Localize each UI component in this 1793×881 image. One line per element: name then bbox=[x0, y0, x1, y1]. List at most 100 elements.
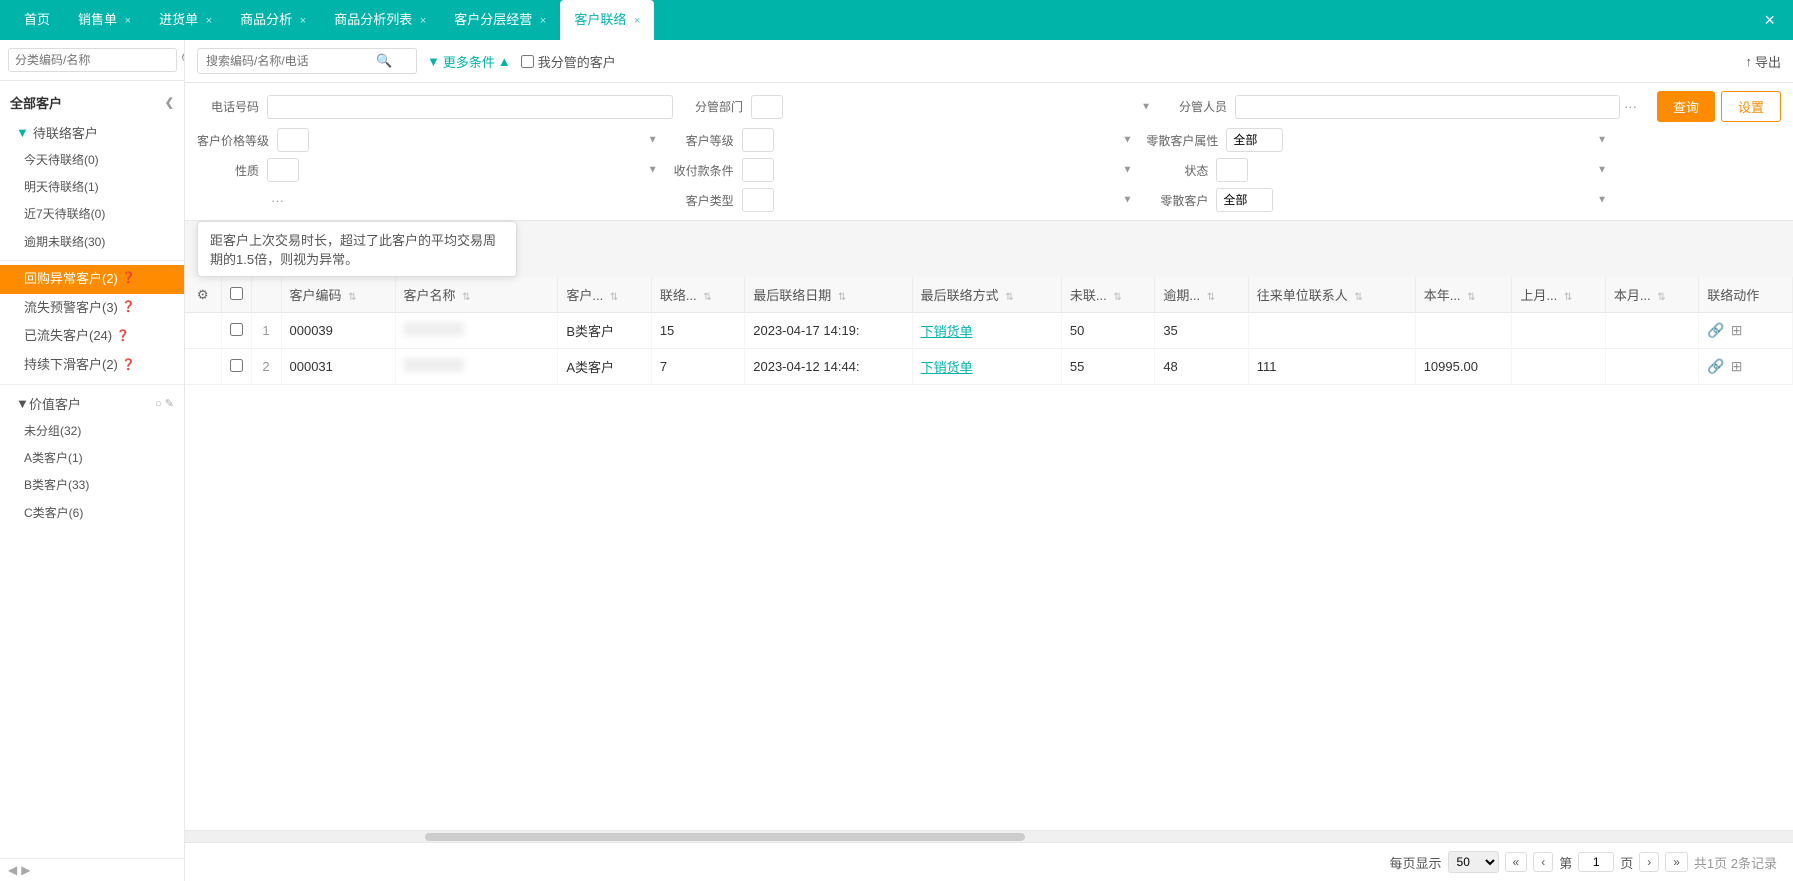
last-method-link-1[interactable]: 下销货单 bbox=[921, 324, 973, 339]
status-chevron-icon: ▼ bbox=[1597, 165, 1607, 176]
manager-input[interactable] bbox=[1235, 95, 1620, 119]
window-close-icon[interactable]: × bbox=[1756, 10, 1783, 31]
sidebar-all-customers[interactable]: 全部客户 ❮ bbox=[0, 87, 184, 118]
td-index-2: 2 bbox=[251, 349, 281, 385]
horizontal-scrollbar[interactable] bbox=[185, 830, 1793, 842]
first-page-button[interactable]: « bbox=[1505, 852, 1528, 872]
retail-attr-select[interactable]: 全部 bbox=[1226, 128, 1283, 152]
dept-select[interactable] bbox=[751, 95, 783, 119]
price-level-select[interactable] bbox=[277, 128, 309, 152]
th-this-month[interactable]: 本月... ⇅ bbox=[1605, 277, 1698, 313]
table-wrap: ⚙ 客户编码 ⇅ 客户名称 ⇅ 客户... ⇅ 联络... ⇅ 最后联络日期 ⇅… bbox=[185, 277, 1793, 830]
td-last-method-2[interactable]: 下销货单 bbox=[912, 349, 1061, 385]
status-select[interactable] bbox=[1216, 158, 1248, 182]
nav-goods-analysis-list[interactable]: 商品分析列表 × bbox=[320, 0, 440, 40]
pagination: 每页显示 50 100 200 « ‹ 第 页 › » 共1页 2条记录 bbox=[185, 842, 1793, 881]
more-filter-label: 更多条件 bbox=[443, 52, 495, 71]
last-page-button[interactable]: » bbox=[1665, 852, 1688, 872]
close-customer-tier-icon[interactable]: × bbox=[540, 15, 546, 27]
search-icon[interactable]: 🔍 bbox=[376, 53, 392, 69]
search-input[interactable] bbox=[206, 54, 376, 68]
sidebar-item-today[interactable]: 今天待联络(0) bbox=[0, 147, 184, 174]
scrollbar-thumb[interactable] bbox=[425, 833, 1025, 841]
next-page-button[interactable]: › bbox=[1639, 852, 1659, 872]
sidebar-item-churn-warning[interactable]: 流失预警客户(3) ❓ bbox=[0, 294, 184, 323]
sidebar-pending-group[interactable]: ▼ 待联络客户 bbox=[0, 118, 184, 147]
close-goods-list-icon[interactable]: × bbox=[420, 15, 426, 27]
table-settings-icon[interactable]: ⚙ bbox=[197, 287, 209, 302]
sidebar-item-repeat-buy[interactable]: 回购异常客户(2) ❓ bbox=[0, 265, 184, 294]
sidebar-item-class-b[interactable]: B类客户(33) bbox=[0, 472, 184, 499]
query-button[interactable]: 查询 bbox=[1657, 91, 1715, 122]
td-last-method-1[interactable]: 下销货单 bbox=[912, 313, 1061, 349]
row1-checkbox[interactable] bbox=[230, 323, 243, 336]
sidebar-item-class-c[interactable]: C类客户(6) bbox=[0, 500, 184, 527]
customer-level-select[interactable] bbox=[742, 128, 774, 152]
sidebar-item-unclassified[interactable]: 未分组(32) bbox=[0, 418, 184, 445]
th-this-year[interactable]: 本年... ⇅ bbox=[1415, 277, 1512, 313]
close-customer-contact-icon[interactable]: × bbox=[634, 15, 640, 27]
th-code[interactable]: 客户编码 ⇅ bbox=[281, 277, 395, 313]
retail-customer-select[interactable]: 全部 bbox=[1216, 188, 1273, 212]
sidebar-item-7days[interactable]: 近7天待联络(0) bbox=[0, 201, 184, 228]
sidebar-scroll-left-icon[interactable]: ◀ bbox=[8, 863, 17, 877]
close-goods-analysis-icon[interactable]: × bbox=[300, 15, 306, 27]
per-page-select[interactable]: 50 100 200 bbox=[1448, 851, 1499, 873]
nav-home[interactable]: 首页 bbox=[10, 0, 64, 40]
sidebar-item-tomorrow[interactable]: 明天待联络(1) bbox=[0, 174, 184, 201]
nature-select[interactable] bbox=[267, 158, 299, 182]
setting-button[interactable]: 设置 bbox=[1721, 91, 1781, 122]
nature-select-wrap: ▼ bbox=[267, 158, 664, 182]
customer-type-select[interactable] bbox=[742, 188, 774, 212]
filter-manager: 分管人员 ··· bbox=[1165, 95, 1641, 119]
close-purchase-icon[interactable]: × bbox=[206, 15, 212, 27]
filter-icon: ▼ bbox=[427, 54, 440, 69]
filter-price-level: 客户价格等级 ▼ bbox=[197, 128, 664, 152]
payment-select[interactable] bbox=[742, 158, 774, 182]
more-filter-button[interactable]: ▼ 更多条件 ▲ bbox=[427, 52, 511, 71]
row1-link-icon[interactable]: 🔗 bbox=[1707, 322, 1724, 339]
last-method-link-2[interactable]: 下销货单 bbox=[921, 360, 973, 375]
phone-input[interactable] bbox=[267, 95, 673, 119]
th-settings[interactable]: ⚙ bbox=[185, 277, 221, 313]
sidebar-scroll-right-icon[interactable]: ▶ bbox=[21, 863, 30, 877]
sidebar-item-declining[interactable]: 持续下滑客户(2) ❓ bbox=[0, 351, 184, 380]
th-name[interactable]: 客户名称 ⇅ bbox=[395, 277, 558, 313]
my-customer-checkbox[interactable] bbox=[521, 55, 534, 68]
sidebar-collapse-icon[interactable]: ❮ bbox=[165, 96, 174, 109]
td-name-2 bbox=[395, 349, 558, 385]
th-last-method[interactable]: 最后联络方式 ⇅ bbox=[912, 277, 1061, 313]
nav-customer-contact[interactable]: 客户联络 × bbox=[560, 0, 654, 40]
filter-nature: 性质 ▼ bbox=[197, 158, 664, 182]
manager-more-icon[interactable]: ··· bbox=[1620, 99, 1641, 114]
row2-link-icon[interactable]: 🔗 bbox=[1707, 358, 1724, 375]
td-this-month-1 bbox=[1605, 313, 1698, 349]
nav-customer-tier[interactable]: 客户分层经营 × bbox=[440, 0, 560, 40]
row4-more-icon[interactable]: ··· bbox=[267, 193, 288, 208]
row1-grid-icon[interactable]: ⊞ bbox=[1731, 322, 1743, 339]
th-last-month[interactable]: 上月... ⇅ bbox=[1512, 277, 1605, 313]
th-overdue[interactable]: 逾期... ⇅ bbox=[1155, 277, 1248, 313]
sidebar-item-churned[interactable]: 已流失客户(24) ❓ bbox=[0, 322, 184, 351]
th-type[interactable]: 客户... ⇅ bbox=[558, 277, 651, 313]
sidebar-item-class-a[interactable]: A类客户(1) bbox=[0, 445, 184, 472]
th-contact[interactable]: 联络... ⇅ bbox=[651, 277, 744, 313]
unit-contact-sort-icon: ⇅ bbox=[1354, 292, 1362, 303]
close-sales-icon[interactable]: × bbox=[125, 15, 131, 27]
th-unit-contact[interactable]: 往来单位联系人 ⇅ bbox=[1248, 277, 1415, 313]
prev-page-button[interactable]: ‹ bbox=[1533, 852, 1553, 872]
page-number-input[interactable] bbox=[1578, 852, 1614, 872]
row2-checkbox[interactable] bbox=[230, 359, 243, 372]
row2-grid-icon[interactable]: ⊞ bbox=[1731, 358, 1743, 375]
th-last-date[interactable]: 最后联络日期 ⇅ bbox=[745, 277, 912, 313]
nav-goods-analysis[interactable]: 商品分析 × bbox=[226, 0, 320, 40]
sidebar-item-overdue[interactable]: 逾期未联络(30) bbox=[0, 229, 184, 256]
sidebar-value-group[interactable]: ▼ 价值客户 ○ ✎ bbox=[0, 389, 184, 418]
export-button[interactable]: ↑ 导出 bbox=[1745, 52, 1781, 71]
last-month-sort-icon: ⇅ bbox=[1564, 292, 1572, 303]
sidebar-search-input[interactable] bbox=[8, 48, 177, 72]
nav-purchase[interactable]: 进货单 × bbox=[145, 0, 226, 40]
th-unread[interactable]: 未联... ⇅ bbox=[1061, 277, 1154, 313]
select-all-checkbox[interactable] bbox=[230, 287, 243, 300]
nav-sales[interactable]: 销售单 × bbox=[64, 0, 145, 40]
